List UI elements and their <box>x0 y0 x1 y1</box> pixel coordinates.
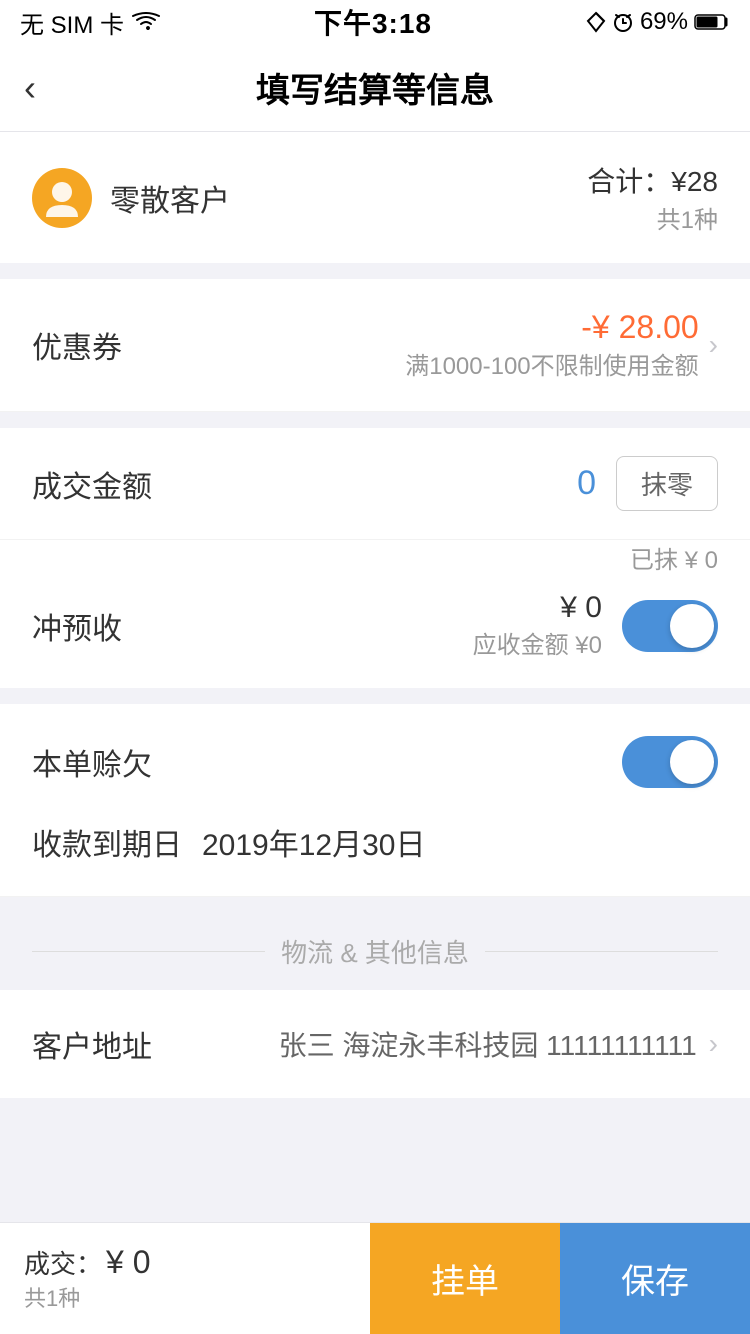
customer-name: 零散客户 <box>110 176 230 220</box>
location-icon <box>586 11 606 33</box>
divider-line-right <box>485 951 718 952</box>
divider-line-left <box>32 951 265 952</box>
chevron-right-icon: › <box>709 329 718 361</box>
alarm-icon <box>612 11 634 33</box>
customer-total: 合计：¥28 共1种 <box>587 160 718 235</box>
customer-section: 零散客户 合计：¥28 共1种 <box>0 132 750 263</box>
prepay-amount: ¥ 0 <box>473 591 602 625</box>
debt-section: 本单赊欠 收款到期日 2019年12月30日 <box>0 704 750 897</box>
coupon-discount: -¥ 28.00 <box>405 309 698 346</box>
total-amount: 合计：¥28 <box>587 160 718 200</box>
nav-bar: ‹ 填写结算等信息 <box>0 44 750 132</box>
logistics-text: 物流 & 其他信息 <box>281 933 469 970</box>
bottom-count: 共1种 <box>24 1281 346 1313</box>
bottom-bar: 成交： ¥ 0 共1种 挂单 保存 <box>0 1222 750 1334</box>
coupon-row[interactable]: 优惠券 -¥ 28.00 满1000-100不限制使用金额 › <box>0 279 750 412</box>
coupon-section: 优惠券 -¥ 28.00 满1000-100不限制使用金额 › <box>0 279 750 412</box>
prepay-amounts: ¥ 0 应收金额 ¥0 <box>473 591 602 660</box>
prepay-right: ¥ 0 应收金额 ¥0 <box>473 591 718 660</box>
total-count: 共1种 <box>587 200 718 235</box>
back-button[interactable]: ‹ <box>24 67 36 109</box>
debt-row: 本单赊欠 <box>0 704 750 820</box>
toggle-knob <box>670 604 714 648</box>
wifi-icon <box>132 12 160 32</box>
hang-button[interactable]: 挂单 <box>370 1223 560 1334</box>
address-row[interactable]: 客户地址 张三 海淀永丰科技园 11111111111 › <box>0 990 750 1098</box>
due-date-row[interactable]: 收款到期日 2019年12月30日 <box>0 820 750 897</box>
deal-amount-row: 成交金额 0 抹零 <box>0 428 750 540</box>
prepay-toggle[interactable] <box>622 600 718 652</box>
coupon-desc: 满1000-100不限制使用金额 <box>405 346 698 381</box>
debt-toggle-knob <box>670 740 714 784</box>
due-date-label: 收款到期日 <box>32 820 182 864</box>
battery-percentage: 69% <box>640 8 688 36</box>
bottom-summary: 成交： ¥ 0 共1种 <box>0 1244 370 1313</box>
customer-avatar <box>32 168 92 228</box>
bottom-deal-row: 成交： ¥ 0 <box>24 1244 346 1281</box>
debt-label: 本单赊欠 <box>32 740 152 784</box>
coupon-info: -¥ 28.00 满1000-100不限制使用金额 <box>405 309 698 381</box>
deal-amount-value: 0 <box>577 464 596 503</box>
address-section: 客户地址 张三 海淀永丰科技园 11111111111 › <box>0 990 750 1098</box>
status-left: 无 SIM 卡 <box>20 5 160 40</box>
deal-amount-label: 成交金额 <box>32 462 152 506</box>
page-title: 填写结算等信息 <box>256 63 494 112</box>
address-label: 客户地址 <box>32 1022 152 1066</box>
status-bar: 无 SIM 卡 下午3:18 69% <box>0 0 750 44</box>
status-time: 下午3:18 <box>314 2 432 42</box>
content-area: 零散客户 合计：¥28 共1种 优惠券 -¥ 28.00 满1000-100不限… <box>0 132 750 1234</box>
bottom-deal-label: 成交： <box>24 1244 102 1281</box>
address-chevron-icon: › <box>709 1028 718 1060</box>
prepay-label: 冲预收 <box>32 604 122 648</box>
battery-icon <box>694 13 730 31</box>
save-button[interactable]: 保存 <box>560 1223 750 1334</box>
customer-left: 零散客户 <box>32 168 230 228</box>
deal-section: 成交金额 0 抹零 已抹 ¥ 0 冲预收 ¥ 0 应收金额 ¥0 <box>0 428 750 688</box>
address-value: 张三 海淀永丰科技园 11111111111 <box>279 1024 697 1064</box>
logistics-divider: 物流 & 其他信息 <box>0 913 750 990</box>
status-right: 69% <box>586 8 730 36</box>
due-date-value: 2019年12月30日 <box>202 820 425 864</box>
carrier-text: 无 SIM 卡 <box>20 5 124 40</box>
address-right: 张三 海淀永丰科技园 11111111111 › <box>152 1024 718 1064</box>
deal-right: 0 抹零 <box>577 456 718 511</box>
logistics-label: 物流 & 其他信息 <box>32 933 718 970</box>
deal-sub-text: 已抹 ¥ 0 <box>0 540 750 591</box>
debt-toggle[interactable] <box>622 736 718 788</box>
bottom-deal-amount: ¥ 0 <box>106 1244 150 1281</box>
coupon-right: -¥ 28.00 满1000-100不限制使用金额 › <box>405 309 718 381</box>
coupon-label: 优惠券 <box>32 323 122 367</box>
prepay-receivable: 应收金额 ¥0 <box>473 625 602 660</box>
prepay-row: 冲预收 ¥ 0 应收金额 ¥0 <box>0 591 750 688</box>
round-zero-button[interactable]: 抹零 <box>616 456 718 511</box>
back-icon: ‹ <box>24 67 36 109</box>
